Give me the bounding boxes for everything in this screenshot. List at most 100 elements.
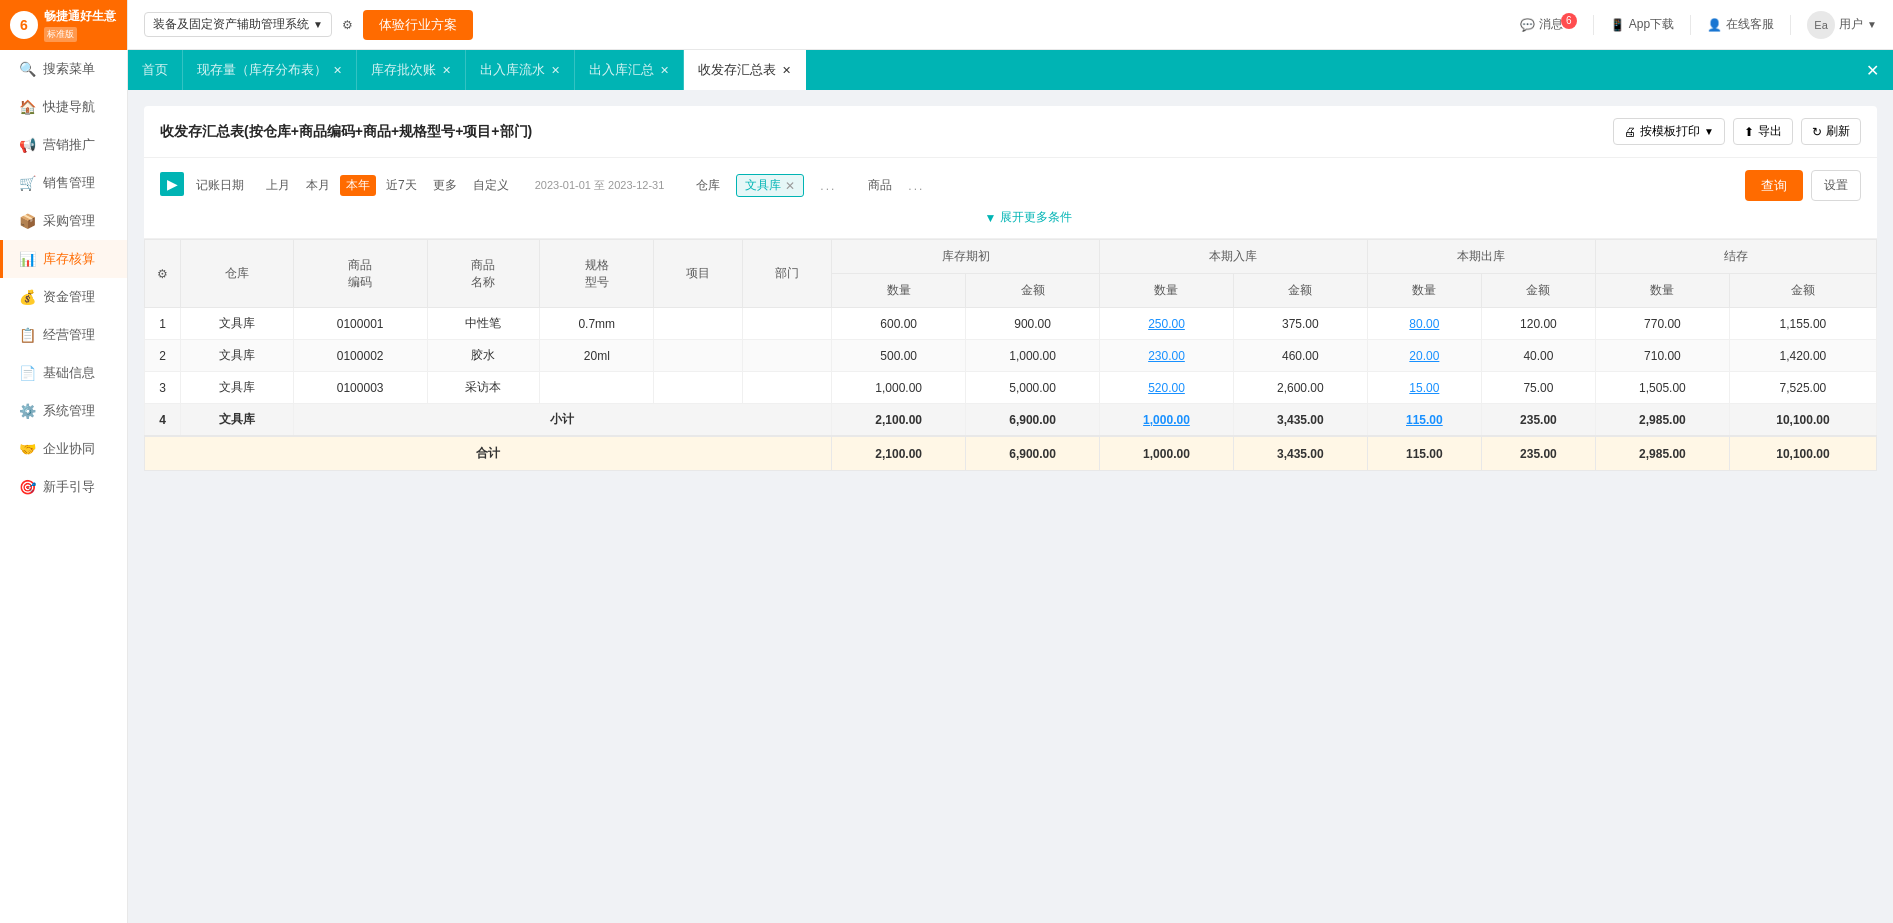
search-icon: 🔍 — [19, 61, 35, 77]
tab-close-icon[interactable]: ✕ — [442, 65, 451, 76]
row-in-amt: 2,600.00 — [1233, 372, 1367, 404]
total-open-amt: 6,900.00 — [966, 436, 1100, 471]
row-project — [654, 372, 743, 404]
date-more-btn[interactable]: 更多 — [427, 175, 463, 196]
row-warehouse: 文具库 — [181, 372, 294, 404]
tab-close-icon[interactable]: ✕ — [660, 65, 669, 76]
export-button[interactable]: ⬆ 导出 — [1733, 118, 1793, 145]
online-service-button[interactable]: 👤 在线客服 — [1707, 16, 1774, 33]
operation-icon: 📋 — [19, 327, 35, 343]
row-out-qty[interactable]: 15.00 — [1367, 372, 1481, 404]
row-out-amt: 40.00 — [1481, 340, 1595, 372]
total-bal-amt: 10,100.00 — [1729, 436, 1876, 471]
subtotal-in-qty[interactable]: 1,000.00 — [1100, 404, 1234, 437]
sidebar-item-collab[interactable]: 🤝 企业协同 — [0, 430, 127, 468]
user-menu-button[interactable]: Ea 用户 ▼ — [1807, 11, 1877, 39]
sidebar-item-finance[interactable]: 💰 资金管理 — [0, 278, 127, 316]
row-name: 采访本 — [427, 372, 540, 404]
top-header: 装备及固定资产辅助管理系统 ▼ ⚙ 体验行业方案 💬 消息 6 📱 App下载 … — [128, 0, 1893, 50]
date-custom-btn[interactable]: 自定义 — [467, 175, 515, 196]
sidebar-item-quick[interactable]: 🏠 快捷导航 — [0, 88, 127, 126]
row-out-amt: 120.00 — [1481, 308, 1595, 340]
message-icon: 💬 — [1520, 18, 1535, 32]
dropdown-chevron-icon: ▼ — [313, 19, 323, 30]
header-divider-3 — [1790, 15, 1791, 35]
row-project — [654, 340, 743, 372]
page-title-bar: 收发存汇总表(按仓库+商品编码+商品+规格型号+项目+部门) 🖨 按模板打印 ▼… — [144, 106, 1877, 158]
export-icon: ⬆ — [1744, 125, 1754, 139]
query-button[interactable]: 查询 — [1745, 170, 1803, 201]
app-download-button[interactable]: 📱 App下载 — [1610, 16, 1674, 33]
col-spec-header: 规格型号 — [540, 240, 654, 308]
sidebar-item-inventory[interactable]: 📊 库存核算 — [0, 240, 127, 278]
messages-button[interactable]: 💬 消息 6 — [1520, 16, 1577, 33]
tab-home[interactable]: 首页 — [128, 50, 183, 90]
date-this-month-btn[interactable]: 本月 — [300, 175, 336, 196]
subtotal-open-amt: 6,900.00 — [966, 404, 1100, 437]
date-this-year-btn[interactable]: 本年 — [340, 175, 376, 196]
refresh-button[interactable]: ↻ 刷新 — [1801, 118, 1861, 145]
row-warehouse: 文具库 — [181, 308, 294, 340]
sidebar-item-guide[interactable]: 🎯 新手引导 — [0, 468, 127, 506]
tab-inout-flow[interactable]: 出入库流水 ✕ — [466, 50, 575, 90]
col-settings-header[interactable]: ⚙ — [145, 240, 181, 308]
cart-icon: 🛒 — [19, 175, 35, 191]
total-out-qty: 115.00 — [1367, 436, 1481, 471]
goods-more-button[interactable]: ... — [908, 179, 924, 193]
tab-inventory-distribution[interactable]: 现存量（库存分布表） ✕ — [183, 50, 357, 90]
subtotal-bal-qty: 2,985.00 — [1595, 404, 1729, 437]
header-divider-1 — [1593, 15, 1594, 35]
sidebar-item-basic[interactable]: 📄 基础信息 — [0, 354, 127, 392]
date-7days-btn[interactable]: 近7天 — [380, 175, 423, 196]
settings-gear-button[interactable]: ⚙ — [342, 18, 353, 32]
sidebar-item-operation[interactable]: 📋 经营管理 — [0, 316, 127, 354]
row-out-qty[interactable]: 20.00 — [1367, 340, 1481, 372]
service-icon: 👤 — [1707, 18, 1722, 32]
warehouse-filter-label: 仓库 — [696, 177, 720, 194]
tab-close-icon[interactable]: ✕ — [551, 65, 560, 76]
warehouse-remove-icon[interactable]: ✕ — [785, 179, 795, 193]
warehouse-more-button[interactable]: ... — [820, 179, 836, 193]
date-last-month-btn[interactable]: 上月 — [260, 175, 296, 196]
print-button[interactable]: 🖨 按模板打印 ▼ — [1613, 118, 1725, 145]
phone-icon: 📱 — [1610, 18, 1625, 32]
sidebar-item-purchase[interactable]: 📦 采购管理 — [0, 202, 127, 240]
sidebar-item-marketing[interactable]: 📢 营销推广 — [0, 126, 127, 164]
expand-conditions-button[interactable]: ▼ 展开更多条件 — [985, 209, 1073, 226]
warehouse-value: 文具库 — [745, 177, 781, 194]
total-label: 合计 — [145, 436, 832, 471]
subtotal-out-qty[interactable]: 115.00 — [1367, 404, 1481, 437]
row-in-qty[interactable]: 520.00 — [1100, 372, 1234, 404]
tab-batch-account[interactable]: 库存批次账 ✕ — [357, 50, 466, 90]
row-bal-qty: 1,505.00 — [1595, 372, 1729, 404]
trial-button[interactable]: 体验行业方案 — [363, 10, 473, 40]
tab-bar-close-button[interactable]: ✕ — [1852, 61, 1893, 80]
tab-inout-summary[interactable]: 出入库汇总 ✕ — [575, 50, 684, 90]
row-in-qty[interactable]: 250.00 — [1100, 308, 1234, 340]
sidebar-item-search[interactable]: 🔍 搜索菜单 — [0, 50, 127, 88]
filter-arrow-icon: ▶ — [167, 176, 178, 192]
sidebar-item-system[interactable]: ⚙️ 系统管理 — [0, 392, 127, 430]
col-open-qty-header: 数量 — [832, 274, 966, 308]
row-out-qty[interactable]: 80.00 — [1367, 308, 1481, 340]
row-in-qty[interactable]: 230.00 — [1100, 340, 1234, 372]
row-project — [654, 308, 743, 340]
filter-setting-button[interactable]: 设置 — [1811, 170, 1861, 201]
table-container: ⚙ 仓库 商品编码 商品名称 规格型号 项目 部门 库存期初 本期入库 本期出库… — [144, 239, 1877, 471]
sidebar-item-sales[interactable]: 🛒 销售管理 — [0, 164, 127, 202]
system-icon: ⚙️ — [19, 403, 35, 419]
logo-text: 畅捷通好生意 — [44, 8, 116, 25]
tab-receipt-summary[interactable]: 收发存汇总表 ✕ — [684, 50, 806, 90]
row-in-amt: 460.00 — [1233, 340, 1367, 372]
row-no: 2 — [145, 340, 181, 372]
system-title-dropdown[interactable]: 装备及固定资产辅助管理系统 ▼ — [144, 12, 332, 37]
col-in-header: 本期入库 — [1100, 240, 1368, 274]
tab-close-icon[interactable]: ✕ — [333, 65, 342, 76]
row-bal-qty: 770.00 — [1595, 308, 1729, 340]
subtotal-in-amt: 3,435.00 — [1233, 404, 1367, 437]
subtotal-label: 小计 — [293, 404, 832, 437]
total-in-qty: 1,000.00 — [1100, 436, 1234, 471]
tab-close-active-icon[interactable]: ✕ — [782, 65, 791, 76]
filter-toggle-button[interactable]: ▶ — [160, 172, 184, 196]
total-row: 合计 2,100.00 6,900.00 1,000.00 3,435.00 1… — [145, 436, 1877, 471]
